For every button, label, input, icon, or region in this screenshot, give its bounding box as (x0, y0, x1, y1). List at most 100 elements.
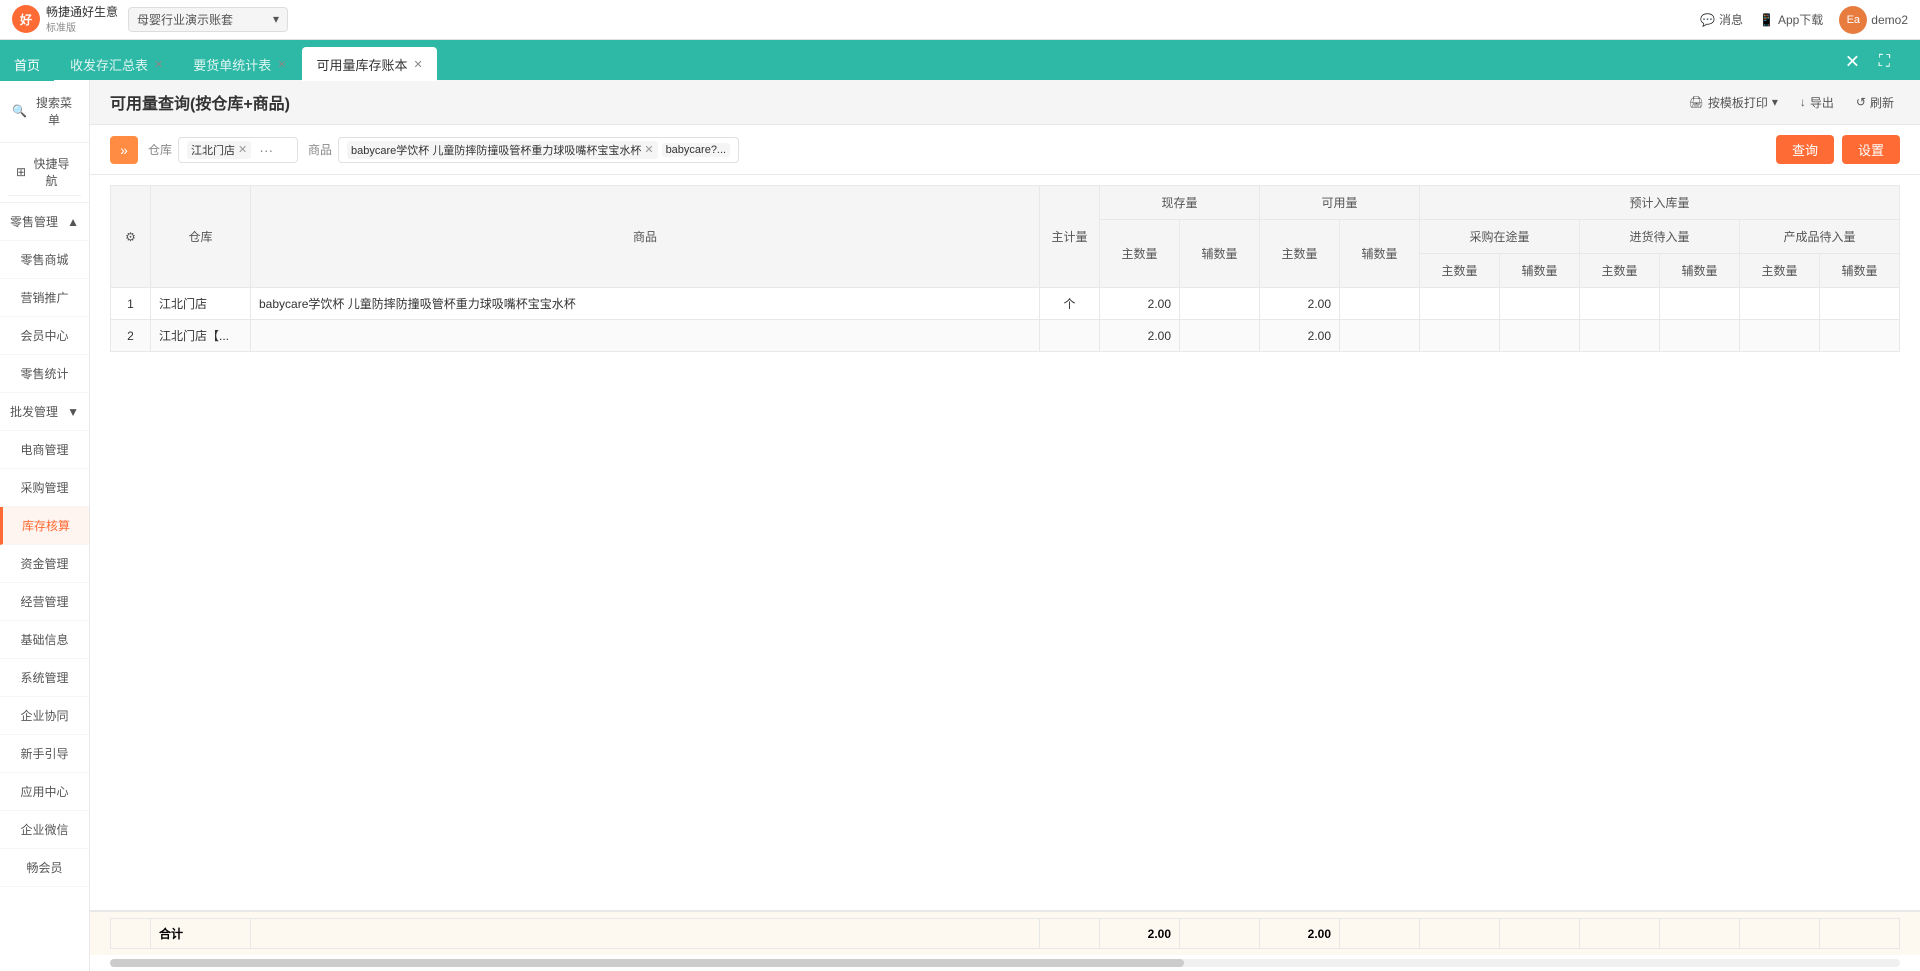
search-icon: 🔍 (12, 104, 27, 118)
th-avail-sub: 辅数量 (1340, 220, 1420, 288)
sidebar-item-label: 新手引导 (20, 745, 68, 762)
filter-actions: 查询 设置 (1776, 135, 1900, 164)
chevron-down-icon: ▾ (273, 12, 279, 26)
close-all-tabs-button[interactable]: ✕ (1845, 52, 1860, 73)
filter-toggle-button[interactable]: » (110, 136, 138, 164)
cell-avail-sub (1340, 288, 1420, 320)
product-tag-1-remove[interactable]: ✕ (644, 143, 653, 156)
cell-stock-main: 2.00 (1100, 320, 1180, 352)
scrollbar-thumb[interactable] (110, 959, 1184, 967)
tab-shoufacun[interactable]: 收发存汇总表 ✕ (56, 47, 177, 81)
sidebar-item-label: 资金管理 (20, 555, 68, 572)
export-label: 导出 (1810, 94, 1834, 111)
industry-label: 母婴行业演示账套 (137, 11, 233, 28)
warehouse-filter-input[interactable]: 江北门店 ✕ ··· (178, 137, 298, 163)
product-tag-1-text: babycare学饮杯 儿童防摔防撞吸管杯重力球吸嘴杯宝宝水杯 (351, 142, 641, 158)
sidebar-item-wholesale-mgmt[interactable]: 批发管理 ▼ (0, 393, 89, 431)
cell-avail-main: 2.00 (1260, 288, 1340, 320)
query-button[interactable]: 查询 (1776, 135, 1834, 164)
export-button[interactable]: ↓ 导出 (1794, 91, 1840, 114)
sidebar-item-marketing[interactable]: 营销推广 (0, 279, 89, 317)
sidebar-item-corp-collab[interactable]: 企业协同 (0, 697, 89, 735)
cell-unit: 个 (1040, 288, 1100, 320)
th-forecast-group: 预计入库量 (1420, 186, 1900, 220)
sidebar-item-corp-wechat[interactable]: 企业微信 (0, 811, 89, 849)
user-name: demo2 (1871, 13, 1908, 27)
app-download-button[interactable]: 📱 App下载 (1759, 11, 1823, 28)
cell-incoming-main (1580, 288, 1660, 320)
search-menu-button[interactable]: 🔍 搜索菜单 (8, 90, 81, 132)
sidebar-item-zero-sales-mgmt[interactable]: 零售管理 ▲ (0, 203, 89, 241)
th-stock-main: 主数量 (1100, 220, 1180, 288)
summary-pur-transit-main (1420, 919, 1500, 949)
warehouse-tag: 江北门店 ✕ (187, 141, 251, 159)
tab-home-label: 首页 (14, 55, 40, 74)
cell-pur-transit-main (1420, 320, 1500, 352)
summary-label: 合计 (151, 919, 251, 949)
cell-index: 1 (111, 288, 151, 320)
th-avail-main: 主数量 (1260, 220, 1340, 288)
sidebar-item-zero-mall[interactable]: 零售商城 (0, 241, 89, 279)
sidebar-item-sys-mgmt[interactable]: 系统管理 (0, 659, 89, 697)
sidebar-item-finance-mgmt[interactable]: 资金管理 (0, 545, 89, 583)
th-available-group: 可用量 (1260, 186, 1420, 220)
industry-selector[interactable]: 母婴行业演示账套 ▾ (128, 7, 288, 32)
tab-keyongliang-close[interactable]: ✕ (414, 58, 423, 71)
table-row: 2 江北门店【... 2.00 2.00 (111, 320, 1900, 352)
cell-avail-main: 2.00 (1260, 320, 1340, 352)
summary-mfg-sub (1820, 919, 1900, 949)
warehouse-tag-remove[interactable]: ✕ (238, 143, 247, 156)
message-button[interactable]: 💬 消息 (1700, 11, 1743, 28)
print-button[interactable]: 🖨 按模板打印 ▾ (1683, 91, 1784, 114)
sidebar-item-app-center[interactable]: 应用中心 (0, 773, 89, 811)
sidebar-item-purchase-mgmt[interactable]: 采购管理 (0, 469, 89, 507)
tab-yaohuo-label: 要货单统计表 (193, 55, 271, 74)
page-title: 可用量查询(按仓库+商品) (110, 90, 290, 114)
setting-button[interactable]: 设置 (1842, 135, 1900, 164)
refresh-button[interactable]: ↺ 刷新 (1850, 91, 1900, 114)
sidebar-item-label: 系统管理 (20, 669, 68, 686)
sidebar-item-free-member[interactable]: 畅会员 (0, 849, 89, 887)
tab-yaohuo[interactable]: 要货单统计表 ✕ (179, 47, 300, 81)
tab-yaohuo-close[interactable]: ✕ (277, 58, 286, 71)
sidebar-item-basic-info[interactable]: 基础信息 (0, 621, 89, 659)
sidebar-item-member-center[interactable]: 会员中心 (0, 317, 89, 355)
data-table: ⚙ 仓库 商品 主计量 现存量 可用量 预计入库量 主数量 辅数量 主数量 辅数… (110, 185, 1900, 352)
sidebar-item-new-guide[interactable]: 新手引导 (0, 735, 89, 773)
user-area[interactable]: Ea demo2 (1839, 6, 1908, 34)
quick-nav-button[interactable]: ⊞ 快捷导航 (8, 149, 81, 196)
table-row: 1 江北门店 babycare学饮杯 儿童防摔防撞吸管杯重力球吸嘴杯宝宝水杯 个… (111, 288, 1900, 320)
summary-product-empty (251, 919, 1040, 949)
cell-incoming-sub (1660, 288, 1740, 320)
top-bar-left: 好 畅捷通好生意 标准版 母婴行业演示账套 ▾ (12, 5, 288, 34)
horizontal-scrollbar[interactable] (110, 959, 1900, 967)
summary-pur-transit-sub (1500, 919, 1580, 949)
th-pur-transit-sub: 辅数量 (1500, 254, 1580, 288)
expand-icon[interactable]: ⛶ (1879, 53, 1890, 71)
sidebar-item-zero-stats[interactable]: 零售统计 (0, 355, 89, 393)
tab-shoufacun-close[interactable]: ✕ (154, 58, 163, 71)
tab-home[interactable]: 首页 (0, 47, 54, 81)
scrollbar-area (90, 955, 1920, 971)
app-icon: 📱 (1759, 13, 1774, 27)
summary-stock-sub (1180, 919, 1260, 949)
th-gear[interactable]: ⚙ (111, 186, 151, 288)
sidebar-item-ecom-mgmt[interactable]: 电商管理 (0, 431, 89, 469)
print-icon: 🖨 (1689, 95, 1704, 109)
cell-incoming-sub (1660, 320, 1740, 352)
th-mfg-main: 主数量 (1740, 254, 1820, 288)
page-header: 可用量查询(按仓库+商品) 🖨 按模板打印 ▾ ↓ 导出 ↺ 刷新 (90, 80, 1920, 125)
product-tag-2-text: babycare?... (666, 144, 727, 156)
sidebar-item-inventory-check[interactable]: 库存核算 (0, 507, 89, 545)
chevron-right-icon: » (120, 142, 128, 158)
sidebar-item-label: 批发管理 (10, 403, 58, 420)
sidebar-item-label: 营销推广 (20, 289, 68, 306)
tab-keyongliang[interactable]: 可用量库存账本 ✕ (302, 47, 436, 81)
sidebar-item-biz-mgmt[interactable]: 经营管理 (0, 583, 89, 621)
cell-warehouse: 江北门店【... (151, 320, 251, 352)
warehouse-more-icon[interactable]: ··· (255, 142, 277, 158)
summary-incoming-main (1580, 919, 1660, 949)
product-filter-input[interactable]: babycare学饮杯 儿童防摔防撞吸管杯重力球吸嘴杯宝宝水杯 ✕ babyca… (338, 137, 739, 163)
cell-pur-transit-sub (1500, 288, 1580, 320)
th-product: 商品 (251, 186, 1040, 288)
